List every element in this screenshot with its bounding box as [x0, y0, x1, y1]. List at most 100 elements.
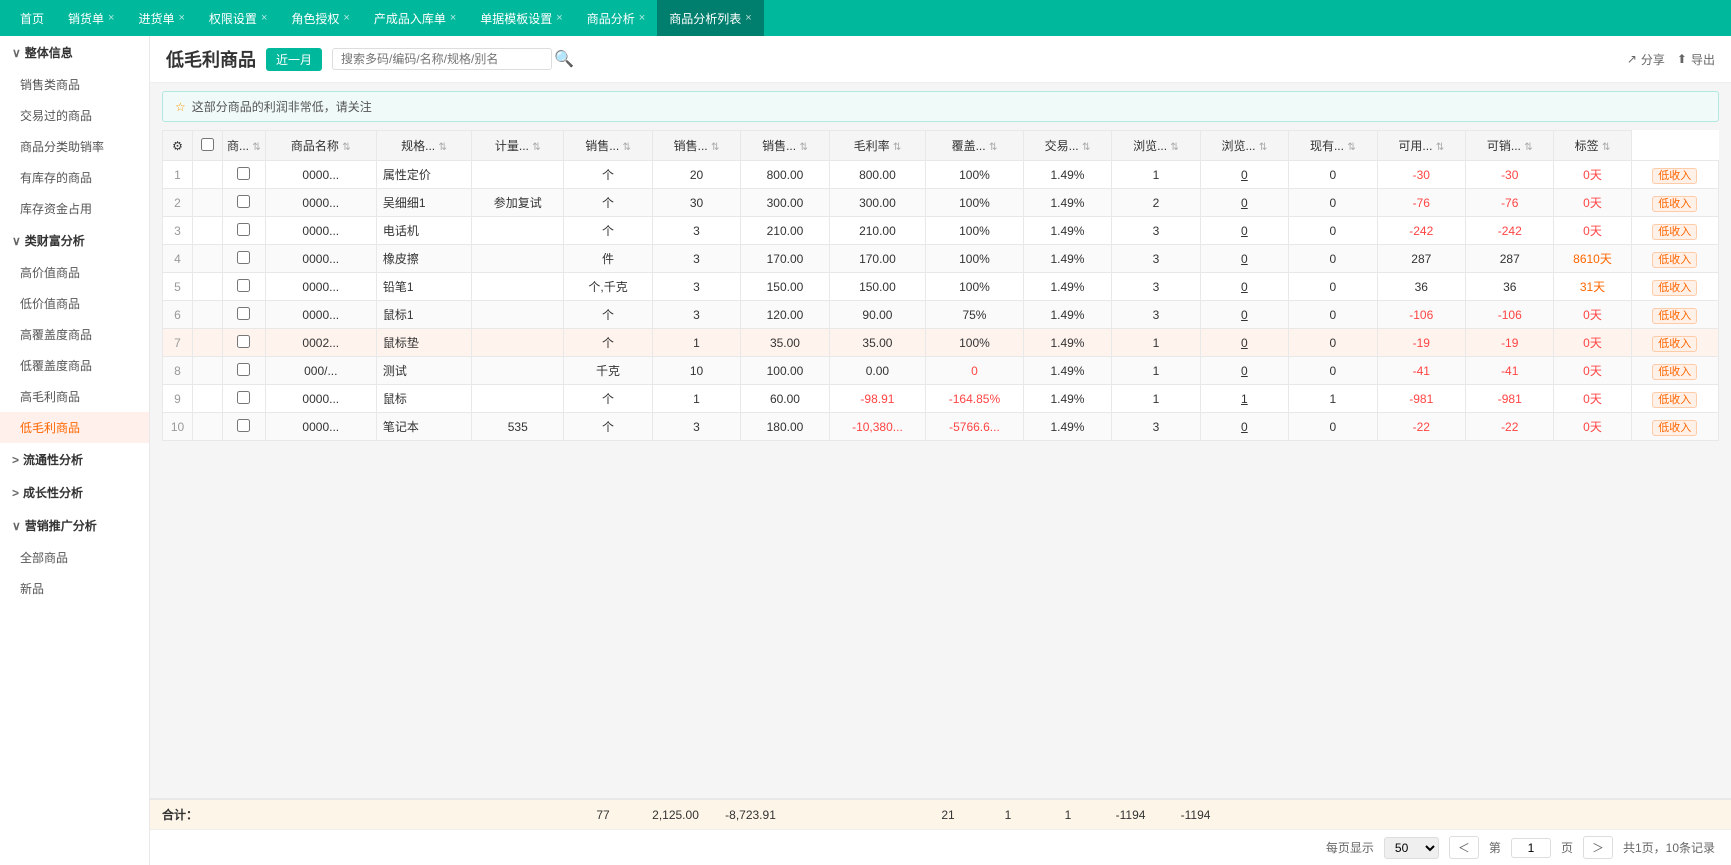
nav-product-analysis-list[interactable]: 商品分析列表 × [657, 0, 763, 36]
close-icon[interactable]: × [556, 12, 562, 24]
views1-cell[interactable]: 0 [1200, 217, 1288, 245]
transactions-col-header[interactable]: 交易... ⇅ [1023, 131, 1111, 161]
sidebar-group-marketing[interactable]: ∨ 营销推广分析 [0, 509, 149, 542]
spec-col-header[interactable]: 规格... ⇅ [376, 131, 471, 161]
row-checkbox[interactable] [237, 167, 250, 180]
sales-amount-col-header[interactable]: 销售... ⇅ [741, 131, 829, 161]
sidebar-item-category-sales-rate[interactable]: 商品分类助销率 [0, 131, 149, 162]
nav-home[interactable]: 首页 [8, 0, 56, 36]
period-button[interactable]: 近一月 [266, 48, 322, 71]
row-checkbox[interactable] [237, 419, 250, 432]
views2-col-header[interactable]: 浏览... ⇅ [1200, 131, 1288, 161]
available-col-header[interactable]: 可用... ⇅ [1377, 131, 1465, 161]
views1-link[interactable]: 0 [1241, 364, 1248, 378]
sidebar-group-circulation[interactable]: > 流通性分析 [0, 443, 149, 476]
row-checkbox[interactable] [237, 195, 250, 208]
close-icon[interactable]: × [108, 12, 114, 24]
close-icon[interactable]: × [639, 12, 645, 24]
nav-template-settings[interactable]: 单据模板设置 × [468, 0, 574, 36]
sidebar-item-traded-products[interactable]: 交易过的商品 [0, 100, 149, 131]
page-size-select[interactable]: 50 100 200 [1384, 837, 1439, 859]
views1-cell[interactable]: 0 [1200, 357, 1288, 385]
nav-role-auth[interactable]: 角色授权 × [279, 0, 361, 36]
nav-product-analysis[interactable]: 商品分析 × [575, 0, 657, 36]
views1-link[interactable]: 0 [1241, 336, 1248, 350]
views1-cell[interactable]: 0 [1200, 301, 1288, 329]
sidebar-item-low-value[interactable]: 低价值商品 [0, 288, 149, 319]
views1-link[interactable]: 0 [1241, 252, 1248, 266]
nav-purchase-order[interactable]: 进货单 × [126, 0, 196, 36]
views1-cell[interactable]: 0 [1200, 161, 1288, 189]
sales-qty-col-header[interactable]: 销售... ⇅ [564, 131, 652, 161]
sidebar-item-sales-products[interactable]: 销售类商品 [0, 69, 149, 100]
views1-col-header[interactable]: 浏览... ⇅ [1112, 131, 1200, 161]
tag-col-header[interactable]: 标签 ⇅ [1554, 131, 1631, 161]
close-icon[interactable]: × [178, 12, 184, 24]
checkbox-cell[interactable] [223, 189, 266, 217]
nav-sales-order[interactable]: 销货单 × [56, 0, 126, 36]
close-icon[interactable]: × [745, 12, 751, 24]
row-checkbox[interactable] [237, 335, 250, 348]
views1-cell[interactable]: 0 [1200, 189, 1288, 217]
checkbox-cell[interactable] [223, 245, 266, 273]
sidebar-item-high-coverage[interactable]: 高覆盖度商品 [0, 319, 149, 350]
gross-rate-col-header[interactable]: 毛利率 ⇅ [829, 131, 925, 161]
saleable-col-header[interactable]: 可销... ⇅ [1466, 131, 1554, 161]
row-checkbox[interactable] [237, 223, 250, 236]
share-button[interactable]: ↗ 分享 [1627, 51, 1665, 68]
current-stock-col-header[interactable]: 现有... ⇅ [1289, 131, 1377, 161]
views1-cell[interactable]: 0 [1200, 329, 1288, 357]
next-page-button[interactable]: ＞ [1583, 836, 1613, 859]
close-icon[interactable]: × [450, 12, 456, 24]
row-checkbox[interactable] [237, 391, 250, 404]
select-all-checkbox[interactable] [201, 138, 214, 151]
checkbox-col-header[interactable] [193, 131, 223, 161]
row-checkbox[interactable] [237, 363, 250, 376]
close-icon[interactable]: × [261, 12, 267, 24]
row-checkbox[interactable] [237, 251, 250, 264]
search-button[interactable]: 🔍 [554, 49, 574, 69]
sidebar-item-all-products[interactable]: 全部商品 [0, 542, 149, 573]
settings-col-header[interactable]: ⚙ [163, 131, 193, 161]
sidebar-item-low-margin[interactable]: 低毛利商品 [0, 412, 149, 443]
checkbox-cell[interactable] [223, 329, 266, 357]
sidebar-group-growth[interactable]: > 成长性分析 [0, 476, 149, 509]
table-container[interactable]: ⚙ 商... ⇅ 商品名称 ⇅ 规格... ⇅ 计量... ⇅ 销售... ⇅ … [150, 130, 1731, 798]
checkbox-cell[interactable] [223, 161, 266, 189]
sales-price-col-header[interactable]: 销售... ⇅ [652, 131, 740, 161]
search-input[interactable] [332, 48, 552, 70]
sidebar-item-high-margin[interactable]: 高毛利商品 [0, 381, 149, 412]
sidebar-item-new-products[interactable]: 新品 [0, 573, 149, 604]
checkbox-cell[interactable] [223, 217, 266, 245]
views1-link[interactable]: 0 [1241, 420, 1248, 434]
row-checkbox[interactable] [237, 279, 250, 292]
unit-col-header[interactable]: 计量... ⇅ [472, 131, 564, 161]
sidebar-item-high-value[interactable]: 高价值商品 [0, 257, 149, 288]
views1-link[interactable]: 0 [1241, 280, 1248, 294]
checkbox-cell[interactable] [223, 357, 266, 385]
sidebar-item-in-stock-products[interactable]: 有库存的商品 [0, 162, 149, 193]
checkbox-cell[interactable] [223, 385, 266, 413]
views1-cell[interactable]: 1 [1200, 385, 1288, 413]
coverage-col-header[interactable]: 覆盖... ⇅ [926, 131, 1024, 161]
name-col-header[interactable]: 商品名称 ⇅ [265, 131, 376, 161]
prev-page-button[interactable]: ＜ [1449, 836, 1479, 859]
views1-link[interactable]: 1 [1241, 392, 1248, 406]
page-number-input[interactable] [1511, 838, 1551, 858]
views1-cell[interactable]: 0 [1200, 273, 1288, 301]
row-checkbox[interactable] [237, 307, 250, 320]
code-col-header[interactable]: 商... ⇅ [223, 131, 266, 161]
export-button[interactable]: ⬆ 导出 [1677, 51, 1715, 68]
views1-link[interactable]: 0 [1241, 196, 1248, 210]
views1-link[interactable]: 0 [1241, 168, 1248, 182]
checkbox-cell[interactable] [223, 413, 266, 441]
views1-cell[interactable]: 0 [1200, 245, 1288, 273]
nav-finished-goods[interactable]: 产成品入库单 × [362, 0, 468, 36]
sidebar-group-overall[interactable]: ∨ 整体信息 [0, 36, 149, 69]
close-icon[interactable]: × [343, 12, 349, 24]
sidebar-item-low-coverage[interactable]: 低覆盖度商品 [0, 350, 149, 381]
checkbox-cell[interactable] [223, 273, 266, 301]
nav-permissions[interactable]: 权限设置 × [197, 0, 279, 36]
views1-link[interactable]: 0 [1241, 308, 1248, 322]
views1-link[interactable]: 0 [1241, 224, 1248, 238]
